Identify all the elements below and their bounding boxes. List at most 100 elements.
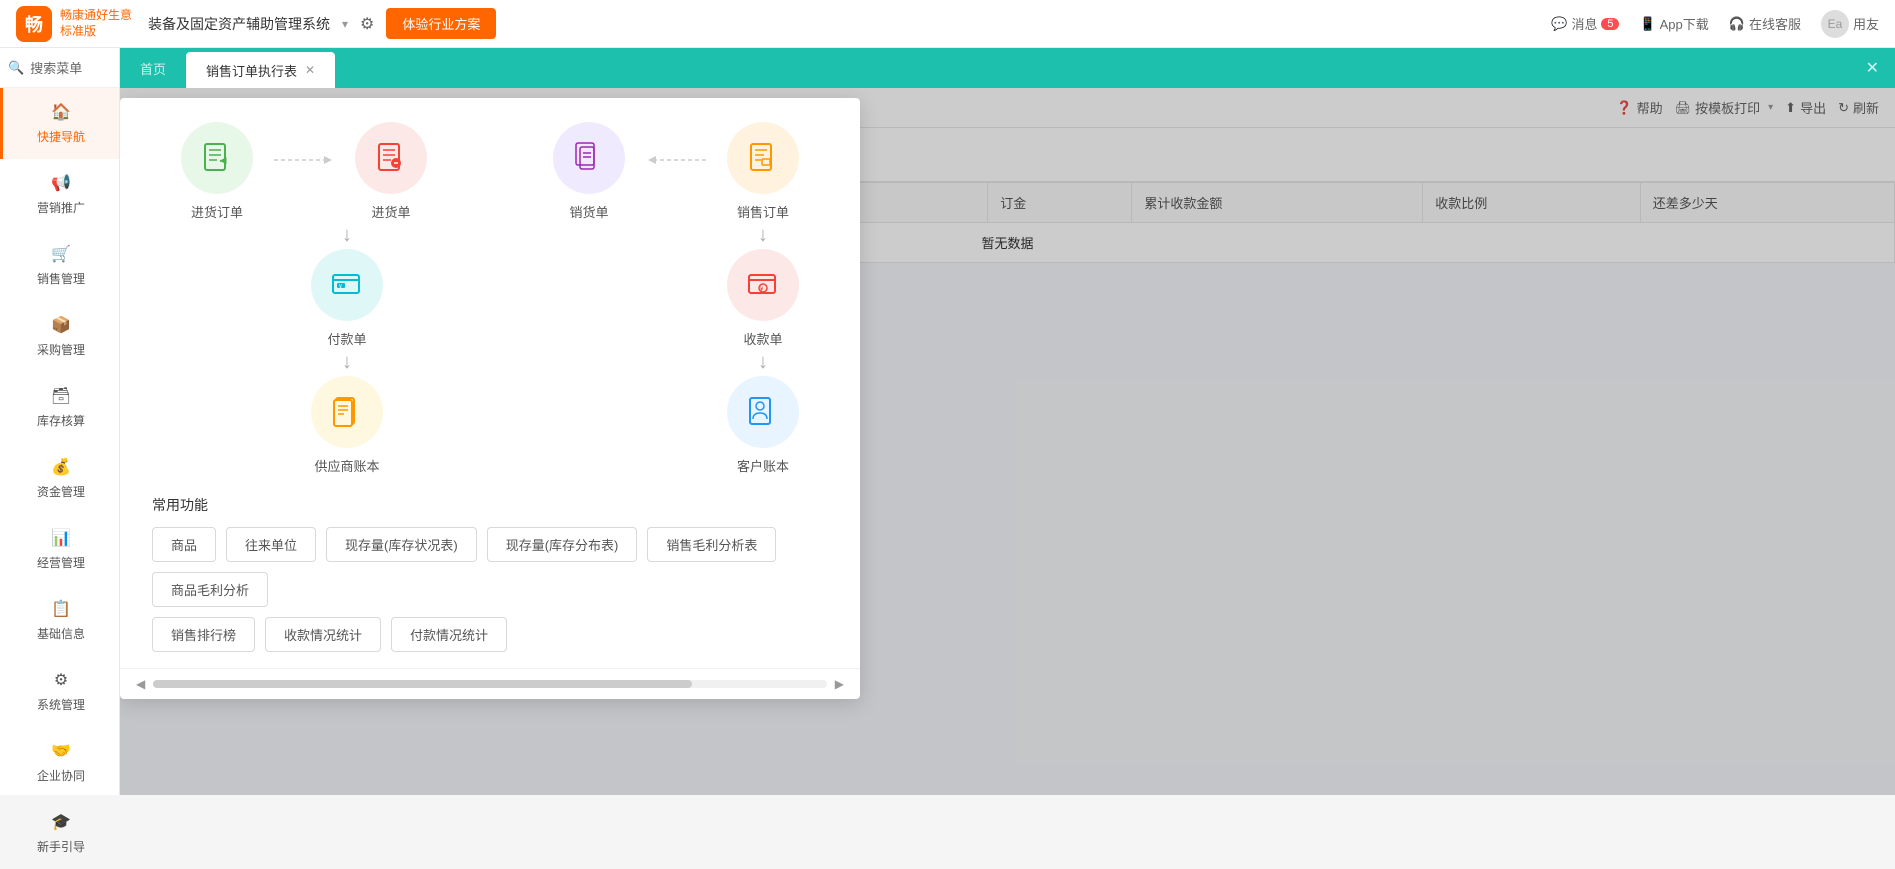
tab-close-icon[interactable]: ✕: [305, 63, 315, 77]
flow-row-2: ↓ ￥: [152, 221, 828, 348]
search-icon: 🔍: [8, 60, 24, 76]
avatar: Ea: [1821, 10, 1849, 38]
right-flow: 销货单: [524, 122, 828, 221]
arrow-down-4: ↓: [758, 352, 768, 372]
sidebar-item-quick-nav[interactable]: 🏠 快捷导航: [0, 88, 119, 159]
user-profile[interactable]: Ea 用友: [1821, 10, 1879, 38]
cf-btn-goods[interactable]: 商品: [152, 527, 216, 562]
tab-bar-close-icon[interactable]: ✕: [1866, 58, 1879, 78]
basic-icon: 📋: [51, 599, 71, 619]
dropdown-arrow-icon[interactable]: ▾: [342, 17, 348, 31]
marketing-icon: 📢: [51, 173, 71, 193]
sidebar-item-enterprise[interactable]: 🤝 企业协同: [0, 727, 119, 798]
sidebar-item-finance[interactable]: 💰 资金管理: [0, 443, 119, 514]
flow-row-3: ↓: [152, 348, 828, 475]
flow-row-1: 进货订单: [152, 122, 828, 221]
sales-receipt-circle: [553, 122, 625, 194]
left-flow: 进货订单: [152, 122, 456, 221]
inventory-icon: 🗃: [51, 386, 71, 406]
tab-home[interactable]: 首页: [120, 48, 186, 88]
tab-sales-order-exec[interactable]: 销售订单执行表 ✕: [186, 52, 335, 88]
experience-btn[interactable]: 体验行业方案: [386, 8, 496, 39]
content-area: 首页 销售订单执行表 ✕ ✕ ❓ 帮助 🖨 按模板打印 ▾: [120, 48, 1895, 795]
sidebar-item-basic[interactable]: 📋 基础信息: [0, 585, 119, 656]
sidebar: 🔍 搜索菜单 🏠 快捷导航 📢 营销推广 🛒 销售管理 📦 采购管理 🗃 库存核…: [0, 48, 120, 795]
cf-btn-payment-stats[interactable]: 付款情况统计: [391, 617, 507, 652]
headset-icon: 🎧: [1729, 16, 1745, 32]
flow-sales-order[interactable]: 销售订单: [698, 122, 828, 221]
sales-order-circle: [727, 122, 799, 194]
finance-icon: 💰: [51, 457, 71, 477]
scroll-track[interactable]: [153, 680, 827, 688]
sidebar-item-system[interactable]: ⚙ 系统管理: [0, 656, 119, 727]
cf-title: 常用功能: [152, 495, 828, 515]
popup-content: 进货订单: [120, 98, 860, 668]
arrow-down-3: ↓: [342, 352, 352, 372]
cf-btn-goods-profit[interactable]: 商品毛利分析: [152, 572, 268, 607]
enterprise-icon: 🤝: [51, 741, 71, 761]
cf-btn-stock-status[interactable]: 现存量(库存状况表): [326, 527, 477, 562]
message-badge: 5: [1601, 18, 1619, 30]
arrow-down-2: ↓: [758, 225, 768, 245]
flow-sales-receipt[interactable]: 销货单: [524, 122, 654, 221]
sidebar-item-marketing[interactable]: 📢 营销推广: [0, 159, 119, 230]
arrow-down-1: ↓: [342, 225, 352, 245]
settings-icon[interactable]: ⚙: [360, 14, 374, 34]
flow-purchase-receipt[interactable]: 进货单: [326, 122, 456, 221]
flow-customer-ledger[interactable]: 客户账本: [698, 376, 828, 475]
purchase-icon: 📦: [51, 315, 71, 335]
message-icon: 💬: [1551, 16, 1567, 32]
customer-ledger-circle: [727, 376, 799, 448]
avatar-initials: Ea: [1828, 17, 1843, 31]
logo-text: 畅康通好生意 标准版: [60, 8, 132, 39]
scroll-thumb: [153, 680, 692, 688]
cf-buttons-row2: 销售排行榜 收款情况统计 付款情况统计: [152, 617, 828, 652]
header-left: 畅 畅康通好生意 标准版 装备及固定资产辅助管理系统 ▾ ⚙ 体验行业方案: [16, 6, 496, 42]
left-down-flow: ↓ ￥: [282, 221, 412, 348]
sales-icon: 🛒: [51, 244, 71, 264]
app-download-action[interactable]: 📱 App下载: [1639, 14, 1708, 33]
flow-receipt[interactable]: ¥ 收款单: [698, 249, 828, 348]
logo-area: 畅 畅康通好生意 标准版: [16, 6, 136, 42]
quick-nav-popup: 进货订单: [120, 98, 860, 699]
header-right: 💬 消息 5 📱 App下载 🎧 在线客服 Ea 用友: [1551, 10, 1879, 38]
flow-supplier-ledger[interactable]: 供应商账本: [282, 376, 412, 475]
svg-text:￥: ￥: [338, 284, 343, 290]
main-layout: 🔍 搜索菜单 🏠 快捷导航 📢 营销推广 🛒 销售管理 📦 采购管理 🗃 库存核…: [0, 48, 1895, 795]
payment-circle: ￥: [311, 249, 383, 321]
flow-purchase-order[interactable]: 进货订单: [152, 122, 282, 221]
scroll-left-icon[interactable]: ◀: [136, 677, 145, 691]
flow-payment[interactable]: ￥ 付款单: [282, 249, 412, 348]
left-ledger-flow: ↓: [282, 348, 412, 475]
sidebar-item-inventory[interactable]: 🗃 库存核算: [0, 372, 119, 443]
phone-icon: 📱: [1639, 16, 1655, 32]
popup-scrollbar: ◀ ▶: [120, 668, 860, 699]
purchase-receipt-circle: [355, 122, 427, 194]
sidebar-item-purchase[interactable]: 📦 采购管理: [0, 301, 119, 372]
cf-btn-sales-profit[interactable]: 销售毛利分析表: [647, 527, 776, 562]
right-down-flow: ↓ ¥: [698, 221, 828, 348]
system-icon: ⚙: [54, 670, 68, 690]
page-content: ❓ 帮助 🖨 按模板打印 ▾ ⬆ 导出 ↻ 刷新: [120, 88, 1895, 795]
overlay: 进货订单: [120, 88, 1895, 795]
sidebar-item-operations[interactable]: 📊 经营管理: [0, 514, 119, 585]
newbie-icon: 🎓: [51, 812, 71, 832]
online-service-action[interactable]: 🎧 在线客服: [1729, 14, 1801, 33]
arrow-h-1: [274, 150, 334, 170]
system-title: 装备及固定资产辅助管理系统: [148, 14, 330, 34]
top-header: 畅 畅康通好生意 标准版 装备及固定资产辅助管理系统 ▾ ⚙ 体验行业方案 💬 …: [0, 0, 1895, 48]
tab-bar: 首页 销售订单执行表 ✕ ✕: [120, 48, 1895, 88]
cf-btn-receipt-stats[interactable]: 收款情况统计: [265, 617, 381, 652]
sidebar-item-sales[interactable]: 🛒 销售管理: [0, 230, 119, 301]
scroll-right-icon[interactable]: ▶: [835, 677, 844, 691]
home-icon: 🏠: [51, 102, 71, 122]
cf-btn-stock-dist[interactable]: 现存量(库存分布表): [487, 527, 638, 562]
sidebar-item-newbie[interactable]: 🎓 新手引导: [0, 798, 119, 869]
sidebar-search[interactable]: 🔍 搜索菜单: [0, 48, 119, 88]
cf-buttons: 商品 往来单位 现存量(库存状况表) 现存量(库存分布表) 销售毛利分析表 商品…: [152, 527, 828, 607]
message-action[interactable]: 💬 消息 5: [1551, 14, 1619, 33]
operations-icon: 📊: [51, 528, 71, 548]
arrow-h-2: [646, 150, 706, 170]
cf-btn-sales-rank[interactable]: 销售排行榜: [152, 617, 255, 652]
cf-btn-units[interactable]: 往来单位: [226, 527, 316, 562]
